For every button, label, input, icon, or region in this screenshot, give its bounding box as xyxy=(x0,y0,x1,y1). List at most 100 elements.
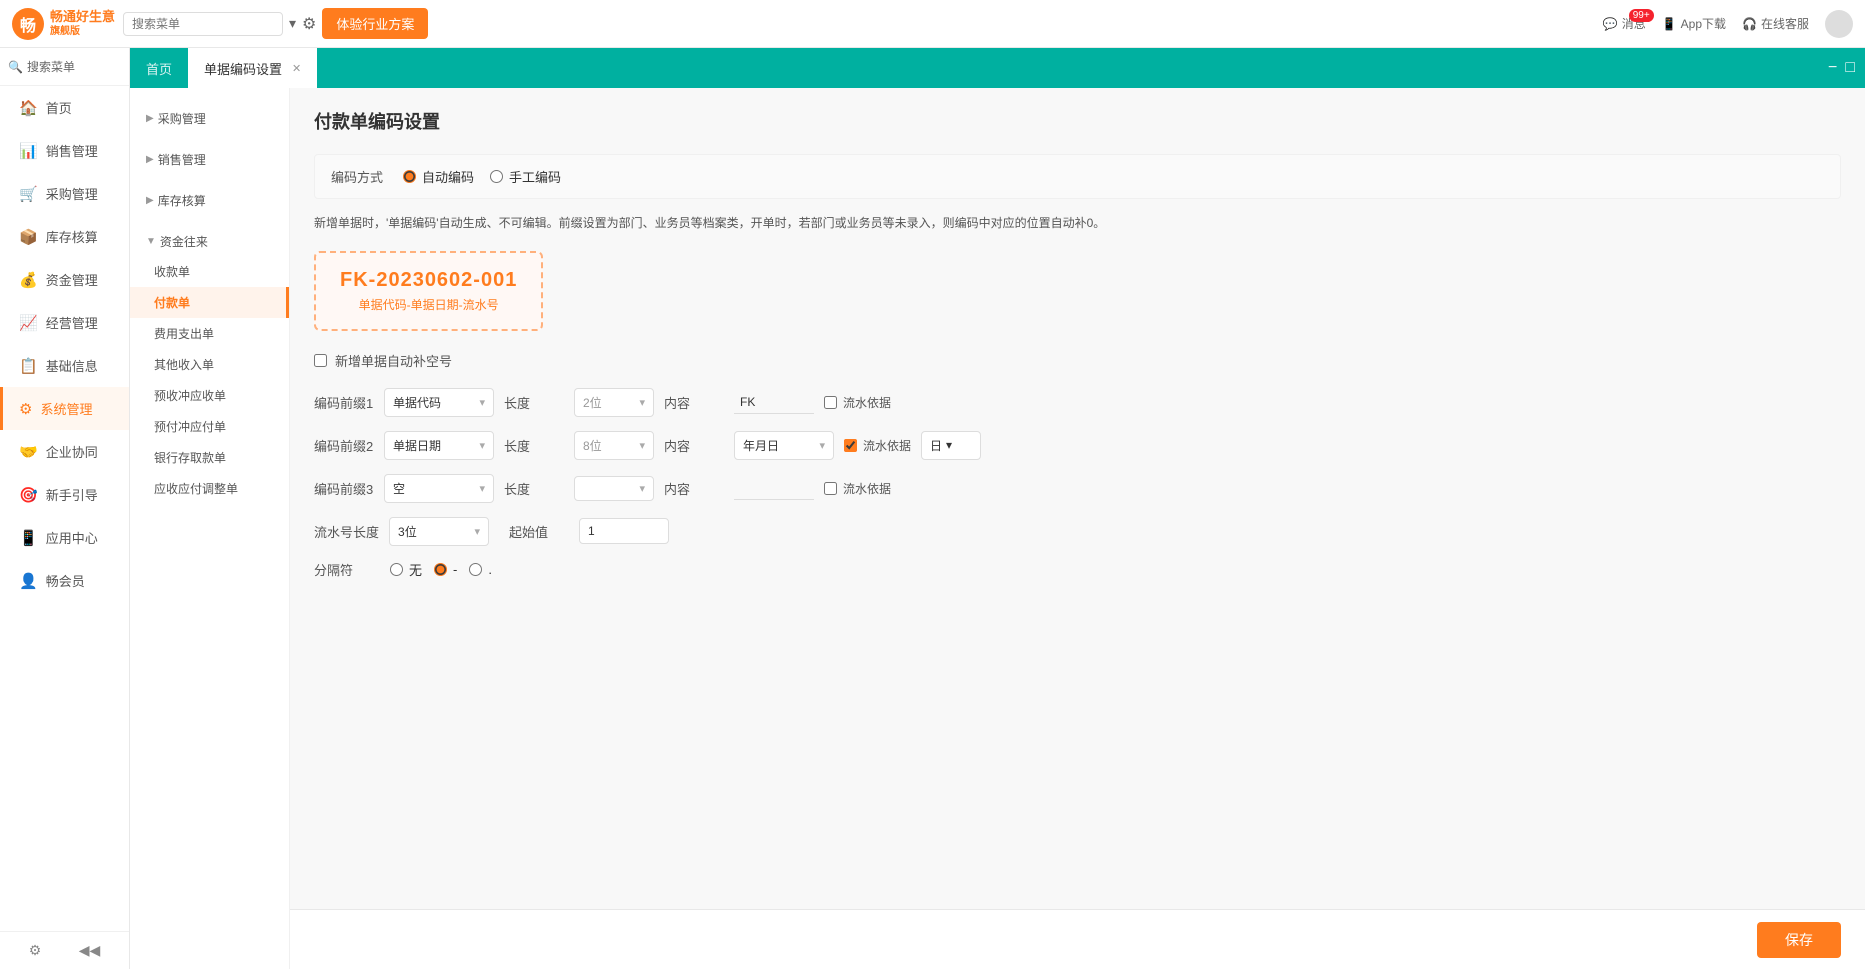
radio-auto-code-label: 自动编码 xyxy=(422,167,474,186)
left-menu-item-prepay-pay[interactable]: 预付冲应付单 xyxy=(130,411,289,442)
app-download-item[interactable]: 📱 App下载 xyxy=(1662,15,1726,32)
sidebar-item-sales[interactable]: 📊 销售管理 xyxy=(0,129,129,172)
left-menu-label-capital: 资金往来 xyxy=(160,233,208,250)
preview-box: FK-20230602-001 单据代码-单据日期-流水号 xyxy=(314,251,543,331)
sidebar-item-system[interactable]: ⚙ 系统管理 xyxy=(0,387,129,430)
sep-dot-label: . xyxy=(488,562,492,577)
prefix2-day-value: 日 xyxy=(930,437,942,454)
left-menu-toggle-capital[interactable]: ▼ 资金往来 xyxy=(130,227,289,256)
sidebar-search-label: 搜索菜单 xyxy=(27,58,75,75)
left-menu-item-ar-adjust[interactable]: 应收应付调整单 xyxy=(130,473,289,504)
tab-home[interactable]: 首页 xyxy=(130,48,188,88)
left-menu-group-capital: ▼ 资金往来 收款单 付款单 费用支出单 其他收入单 预收冲应收单 预付冲应付单… xyxy=(130,221,289,510)
prefix2-select[interactable]: 单据日期 ▾ xyxy=(384,431,494,460)
dropdown-btn[interactable]: ▾ xyxy=(289,15,296,32)
left-menu-item-receipt[interactable]: 收款单 xyxy=(130,256,289,287)
separator-row: 分隔符 无 - . xyxy=(314,560,1841,579)
sidebar-item-label-guide: 新手引导 xyxy=(46,485,98,504)
prefix1-length-select[interactable]: 2位 ▾ xyxy=(574,388,654,417)
search-input[interactable] xyxy=(123,12,283,36)
sidebar-item-operations[interactable]: 📈 经营管理 xyxy=(0,301,129,344)
sidebar-item-enterprise[interactable]: 🤝 企业协同 xyxy=(0,430,129,473)
left-menu-toggle-sales[interactable]: ▶ 销售管理 xyxy=(130,145,289,174)
prefix1-serial-checkbox[interactable] xyxy=(824,396,837,409)
coding-method-row: 编码方式 自动编码 手工编码 xyxy=(314,154,1841,199)
prefix3-length-select[interactable]: ▾ xyxy=(574,476,654,501)
apps-icon: 📱 xyxy=(19,529,38,547)
sidebar-item-label-operations: 经营管理 xyxy=(46,313,98,332)
prefix2-day-select[interactable]: 日 ▾ xyxy=(921,431,981,460)
inventory-icon: 📦 xyxy=(19,228,38,246)
tab-coding-close[interactable]: ✕ xyxy=(292,62,301,75)
left-menu-item-prepay-collect[interactable]: 预收冲应收单 xyxy=(130,380,289,411)
sep-dash-radio[interactable] xyxy=(434,563,447,576)
prefix3-serial-checkbox-group: 流水依据 xyxy=(824,480,891,497)
prefix2-content-select[interactable]: 年月日 ▾ xyxy=(734,431,834,460)
chevron-right-icon-inventory: ▶ xyxy=(146,195,154,206)
sidebar-item-label-purchase: 采购管理 xyxy=(46,184,98,203)
prefix2-value: 单据日期 xyxy=(393,437,441,454)
sidebar-item-finance[interactable]: 💰 资金管理 xyxy=(0,258,129,301)
prefix3-row: 编码前缀3 空 ▾ 长度 ▾ 内容 xyxy=(314,474,1841,503)
tab-coding[interactable]: 单据编码设置 ✕ xyxy=(188,48,317,88)
sidebar-item-label-home: 首页 xyxy=(46,98,72,117)
left-menu-toggle-inventory[interactable]: ▶ 库存核算 xyxy=(130,186,289,215)
sidebar-settings-btn[interactable]: ⚙ xyxy=(29,942,42,959)
sep-dot-option[interactable]: . xyxy=(469,562,492,577)
prefix1-select[interactable]: 单据代码 ▾ xyxy=(384,388,494,417)
serial-start-input[interactable] xyxy=(579,518,669,544)
tab-coding-label: 单据编码设置 xyxy=(204,59,282,78)
sidebar-search[interactable]: 🔍 搜索菜单 xyxy=(0,48,129,86)
sep-dash-option[interactable]: - xyxy=(434,562,457,577)
sidebar-item-home[interactable]: 🏠 首页 xyxy=(0,86,129,129)
prefix2-day-dropdown-icon: ▾ xyxy=(946,438,952,452)
serial-length-value: 3位 xyxy=(398,523,417,540)
left-menu-item-payment[interactable]: 付款单 xyxy=(130,287,289,318)
logo-sub: 旗舰版 xyxy=(50,25,115,38)
left-menu-item-expense[interactable]: 费用支出单 xyxy=(130,318,289,349)
operations-icon: 📈 xyxy=(19,314,38,332)
serial-start-label: 起始值 xyxy=(509,522,569,541)
trial-btn[interactable]: 体验行业方案 xyxy=(322,8,428,39)
prefix3-serial-label[interactable]: 流水依据 xyxy=(843,480,891,497)
radio-auto-code[interactable]: 自动编码 xyxy=(403,167,474,186)
prefix3-serial-checkbox[interactable] xyxy=(824,482,837,495)
topbar-right: 💬 消息 99+ 📱 App下载 🎧 在线客服 xyxy=(1603,10,1853,38)
avatar[interactable] xyxy=(1825,10,1853,38)
prefix2-length-select[interactable]: 8位 ▾ xyxy=(574,431,654,460)
sidebar-item-member[interactable]: 👤 畅会员 xyxy=(0,559,129,602)
auto-fill-checkbox[interactable] xyxy=(314,354,327,367)
message-item[interactable]: 💬 消息 99+ xyxy=(1603,15,1646,32)
sep-options: 无 - . xyxy=(390,560,492,579)
prefix3-select[interactable]: 空 ▾ xyxy=(384,474,494,503)
prefix1-serial-label[interactable]: 流水依据 xyxy=(843,394,891,411)
left-menu-toggle-purchase[interactable]: ▶ 采购管理 xyxy=(130,104,289,133)
settings-btn[interactable]: ⚙ xyxy=(302,14,316,34)
left-menu-item-other-income[interactable]: 其他收入单 xyxy=(130,349,289,380)
radio-auto-code-input[interactable] xyxy=(403,170,416,183)
sidebar-item-purchase[interactable]: 🛒 采购管理 xyxy=(0,172,129,215)
auto-fill-label[interactable]: 新增单据自动补空号 xyxy=(335,351,452,370)
sidebar-item-guide[interactable]: 🎯 新手引导 xyxy=(0,473,129,516)
sidebar-item-apps[interactable]: 📱 应用中心 xyxy=(0,516,129,559)
left-menu-item-bank[interactable]: 银行存取款单 xyxy=(130,442,289,473)
prefix2-dropdown-icon: ▾ xyxy=(479,439,485,452)
prefix2-serial-label[interactable]: 流水依据 xyxy=(863,437,911,454)
radio-manual-code-label: 手工编码 xyxy=(509,167,561,186)
sidebar-collapse-btn[interactable]: ◀◀ xyxy=(79,942,101,959)
sep-none-radio[interactable] xyxy=(390,563,403,576)
sep-none-option[interactable]: 无 xyxy=(390,560,422,579)
chevron-right-icon-sales: ▶ xyxy=(146,154,154,165)
sidebar-item-basic[interactable]: 📋 基础信息 xyxy=(0,344,129,387)
service-item[interactable]: 🎧 在线客服 xyxy=(1742,15,1809,32)
save-button[interactable]: 保存 xyxy=(1757,922,1841,958)
sep-dot-radio[interactable] xyxy=(469,563,482,576)
prefix2-serial-checkbox[interactable] xyxy=(844,439,857,452)
radio-manual-code[interactable]: 手工编码 xyxy=(490,167,561,186)
sidebar-item-inventory[interactable]: 📦 库存核算 xyxy=(0,215,129,258)
radio-manual-code-input[interactable] xyxy=(490,170,503,183)
tab-minimize-btn[interactable]: − xyxy=(1828,59,1837,77)
serial-length-select[interactable]: 3位 ▾ xyxy=(389,517,489,546)
tab-maximize-btn[interactable]: □ xyxy=(1845,59,1855,77)
app-label: App下载 xyxy=(1681,15,1726,32)
